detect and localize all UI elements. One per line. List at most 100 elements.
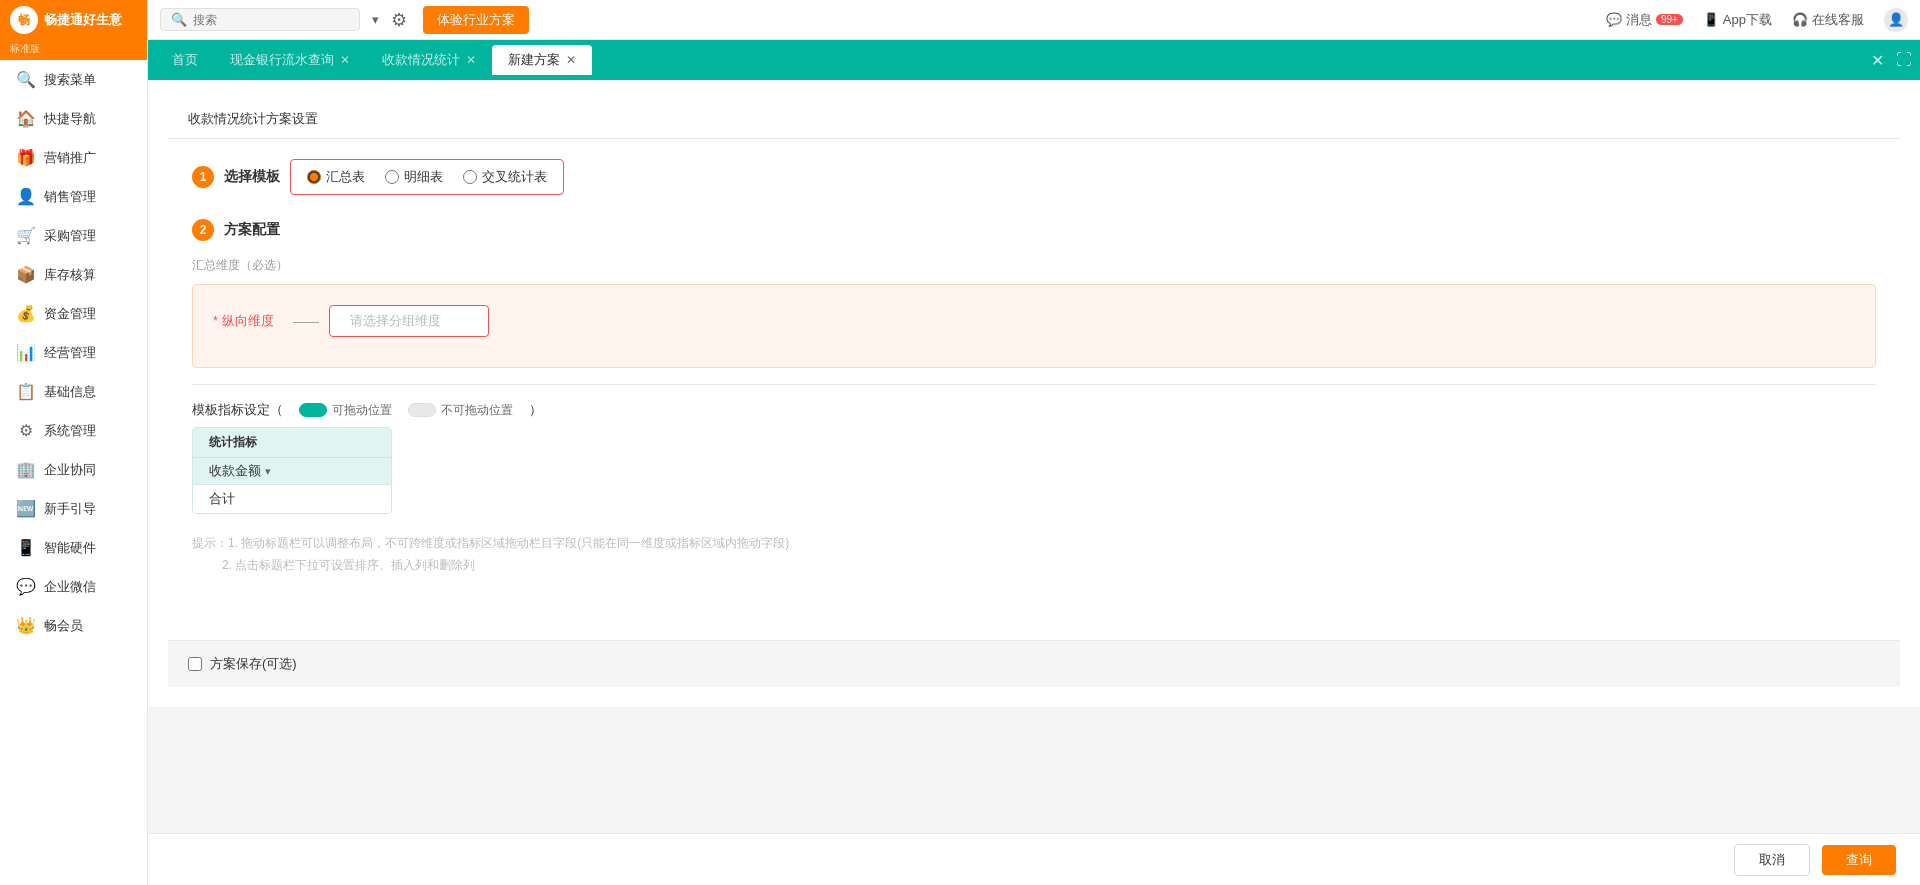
radio-detail-input[interactable] [385, 170, 399, 184]
person-icon: 👤 [16, 187, 36, 206]
sidebar-item-basic[interactable]: 📋 基础信息 [0, 372, 147, 411]
vertical-dimension-label: * 纵向维度 [213, 312, 283, 330]
config-section: 2 方案配置 汇总维度（必选） * 纵向维度 —— 请选择分组维度 [192, 219, 1876, 576]
query-button[interactable]: 查询 [1822, 845, 1896, 875]
trial-button[interactable]: 体验行业方案 [423, 6, 529, 34]
not-draggable-toggle[interactable]: 不可拖动位置 [408, 402, 513, 419]
notification-item[interactable]: 💬 消息 99+ [1606, 11, 1683, 29]
sidebar-item-system[interactable]: ⚙ 系统管理 [0, 411, 147, 450]
vertical-dimension-row: * 纵向维度 —— 请选择分组维度 [213, 305, 1855, 337]
notification-badge: 99+ [1656, 14, 1683, 25]
user-icon: 👤 [1884, 8, 1908, 32]
save-checkbox[interactable] [188, 657, 202, 671]
config-section-title: 方案配置 [224, 221, 280, 239]
sidebar-item-hardware[interactable]: 📱 智能硬件 [0, 528, 147, 567]
search-box[interactable]: 🔍 [160, 8, 360, 31]
sidebar-item-member[interactable]: 👑 畅会员 [0, 606, 147, 645]
support-icon: 🎧 [1792, 12, 1808, 27]
page-title: 收款情况统计方案设置 [168, 100, 1900, 139]
sidebar-item-marketing[interactable]: 🎁 营销推广 [0, 138, 147, 177]
support-item[interactable]: 🎧 在线客服 [1792, 11, 1864, 29]
content-area: 收款情况统计方案设置 1 选择模板 汇总表 [148, 80, 1920, 833]
topbar-dropdown[interactable]: ▾ [372, 12, 379, 27]
maximize-icon[interactable]: ⛶ [1896, 51, 1912, 69]
box-icon: 📦 [16, 265, 36, 284]
sidebar-item-inventory[interactable]: 📦 库存核算 [0, 255, 147, 294]
sidebar-item-search[interactable]: 🔍 搜索菜单 [0, 60, 147, 99]
chat-icon: 💬 [16, 577, 36, 596]
radio-summary-input[interactable] [307, 170, 321, 184]
dimension-area: * 纵向维度 —— 请选择分组维度 [192, 284, 1876, 368]
sidebar-item-wechat[interactable]: 💬 企业微信 [0, 567, 147, 606]
radio-cross[interactable]: 交叉统计表 [463, 168, 547, 186]
tab-collection-stat[interactable]: 收款情况统计 ✕ [366, 45, 492, 75]
chevron-down-icon: ▾ [372, 12, 379, 27]
sidebar-item-quick-nav[interactable]: 🏠 快捷导航 [0, 99, 147, 138]
settings-icon[interactable]: ⚙ [391, 9, 407, 31]
logo-icon: 畅 [10, 6, 38, 34]
tab-new-plan[interactable]: 新建方案 ✕ [492, 45, 592, 75]
tab-cash-flow[interactable]: 现金银行流水查询 ✕ [214, 45, 366, 75]
dimension-select[interactable]: 请选择分组维度 [329, 305, 489, 337]
phone-icon: 📱 [16, 538, 36, 557]
sidebar-logo: 畅 畅捷通好生意 [0, 0, 147, 40]
search-input[interactable] [193, 13, 343, 27]
clipboard-icon: 📋 [16, 382, 36, 401]
radio-summary[interactable]: 汇总表 [307, 168, 365, 186]
metric-total: 合计 [193, 484, 391, 513]
metric-table: 统计指标 收款金额 ▾ 合计 [192, 427, 392, 514]
metric-cell-collection[interactable]: 收款金额 ▾ [193, 457, 391, 484]
download-item[interactable]: 📱 App下载 [1703, 11, 1772, 29]
sidebar-item-enterprise[interactable]: 🏢 企业协同 [0, 450, 147, 489]
tip-1: 提示：1. 拖动标题栏可以调整布局，不可跨维度或指标区域拖动栏目字段(只能在同一… [192, 533, 1876, 555]
cart-icon: 🛒 [16, 226, 36, 245]
tip-2: 2. 点击标题栏下拉可设置排序、插入列和删除列 [192, 555, 1876, 577]
draggable-toggle[interactable]: 可拖动位置 [299, 402, 392, 419]
draggable-toggle-box[interactable] [299, 403, 327, 417]
metric-toggle-label: 模板指标设定（ 可拖动位置 不可拖动位置 ） [192, 401, 1876, 419]
close-window-icon[interactable]: ✕ [1871, 51, 1884, 70]
cancel-button[interactable]: 取消 [1734, 844, 1810, 876]
section-number-2: 2 [192, 219, 214, 241]
gear-icon: ⚙ [16, 421, 36, 440]
template-select-box: 汇总表 明细表 交叉统计表 [290, 159, 564, 195]
metric-settings: 模板指标设定（ 可拖动位置 不可拖动位置 ） [192, 401, 1876, 576]
not-draggable-toggle-box[interactable] [408, 403, 436, 417]
topbar-right: 💬 消息 99+ 📱 App下载 🎧 在线客服 👤 [1606, 8, 1908, 32]
sidebar-item-sales[interactable]: 👤 销售管理 [0, 177, 147, 216]
money-icon: 💰 [16, 304, 36, 323]
gift-icon: 🎁 [16, 148, 36, 167]
action-bar: 取消 查询 [148, 833, 1920, 885]
home-icon: 🏠 [16, 109, 36, 128]
metric-table-header: 统计指标 [193, 428, 391, 457]
save-option: 方案保存(可选) [168, 640, 1900, 687]
new-icon: 🆕 [16, 499, 36, 518]
user-item[interactable]: 👤 [1884, 8, 1908, 32]
sidebar-item-guide[interactable]: 🆕 新手引导 [0, 489, 147, 528]
tips-area: 提示：1. 拖动标题栏可以调整布局，不可跨维度或指标区域拖动栏目字段(只能在同一… [192, 533, 1876, 576]
chevron-down-icon: ▾ [265, 465, 271, 478]
topbar: 🔍 ▾ ⚙ 体验行业方案 💬 消息 99+ 📱 App下载 🎧 在线客服 👤 [148, 0, 1920, 40]
sidebar-edition: 标准版 [0, 40, 147, 60]
template-section: 1 选择模板 汇总表 明细表 [192, 159, 1876, 195]
radio-detail[interactable]: 明细表 [385, 168, 443, 186]
dimension-title: 汇总维度（必选） [192, 257, 1876, 274]
form-area: 收款情况统计方案设置 1 选择模板 汇总表 [148, 80, 1920, 707]
download-icon: 📱 [1703, 12, 1719, 27]
tab-cash-flow-close[interactable]: ✕ [340, 53, 350, 67]
section-number-1: 1 [192, 166, 214, 188]
tab-collection-stat-close[interactable]: ✕ [466, 53, 476, 67]
logo-name: 畅捷通好生意 [44, 12, 122, 28]
config-section-header: 2 方案配置 [192, 219, 1876, 241]
sidebar-item-operation[interactable]: 📊 经营管理 [0, 333, 147, 372]
message-icon: 💬 [1606, 12, 1622, 27]
tab-new-plan-close[interactable]: ✕ [566, 53, 576, 67]
tab-home[interactable]: 首页 [156, 45, 214, 75]
save-option-label[interactable]: 方案保存(可选) [210, 655, 297, 673]
search-icon: 🔍 [171, 12, 187, 27]
sidebar-item-purchase[interactable]: 🛒 采购管理 [0, 216, 147, 255]
chart-icon: 📊 [16, 343, 36, 362]
sidebar-item-finance[interactable]: 💰 资金管理 [0, 294, 147, 333]
radio-cross-input[interactable] [463, 170, 477, 184]
tabbar: 首页 现金银行流水查询 ✕ 收款情况统计 ✕ 新建方案 ✕ ✕ ⛶ [148, 40, 1920, 80]
